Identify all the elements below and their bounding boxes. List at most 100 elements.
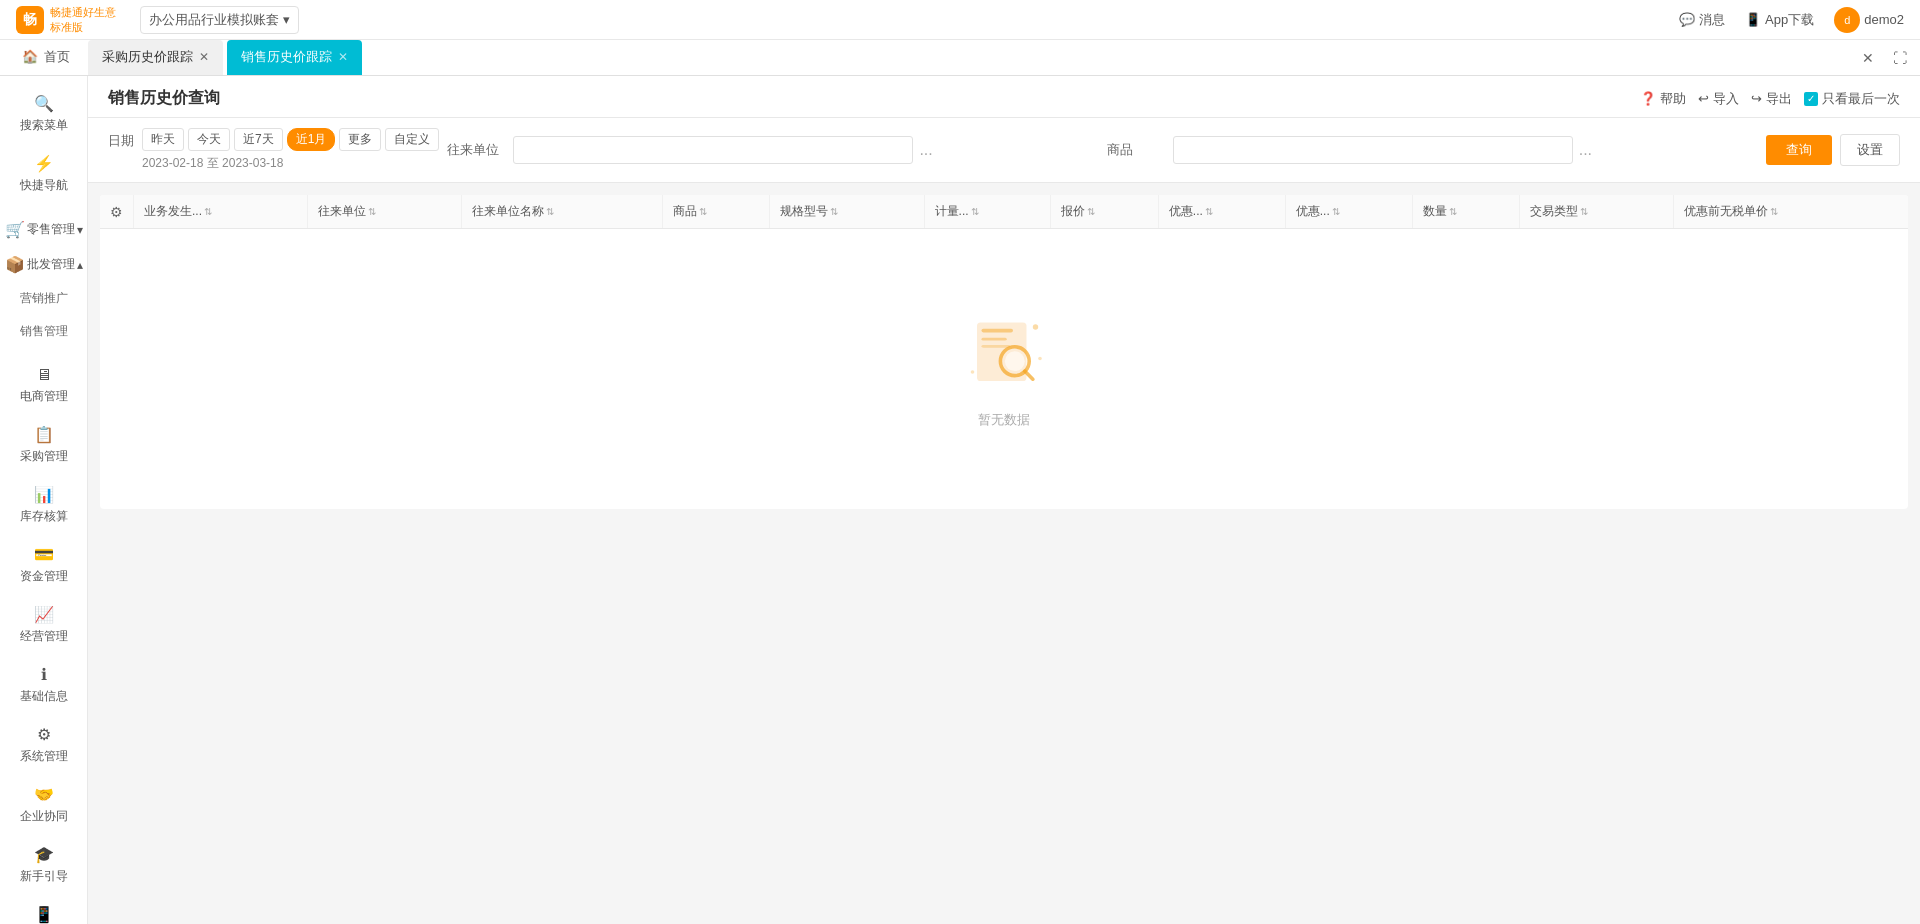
phone-icon: 📱 bbox=[1745, 12, 1761, 27]
tab-close-purchase[interactable]: ✕ bbox=[199, 50, 209, 64]
sidebar-item-purchase[interactable]: 📋 采购管理 bbox=[0, 415, 87, 475]
counterpart-dots: ... bbox=[919, 141, 932, 159]
sidebar: 🔍 搜索菜单 ⚡ 快捷导航 🛒 零售管理 ▾ 📦 批发管理 ▴ 营销推广 销售管… bbox=[0, 76, 88, 924]
only-last-checkbox[interactable]: ✓ 只看最后一次 bbox=[1804, 90, 1900, 108]
col-biz-date[interactable]: 业务发生...⇅ bbox=[134, 195, 308, 229]
sidebar-item-app-center[interactable]: 📱 应用中心 bbox=[0, 895, 87, 924]
logo-area: 畅 畅捷通好生意 标准版 bbox=[16, 5, 116, 34]
col-pretax-price[interactable]: 优惠前无税单价⇅ bbox=[1674, 195, 1908, 229]
sort-icon-5: ⇅ bbox=[830, 206, 838, 217]
sidebar-item-sales-mgmt[interactable]: 销售管理 bbox=[0, 315, 87, 348]
top-bar: 畅 畅捷通好生意 标准版 办公用品行业模拟账套 ▾ 💬 消息 📱 App下载 d… bbox=[0, 0, 1920, 40]
sidebar-item-marketing[interactable]: 营销推广 bbox=[0, 282, 87, 315]
sidebar-item-finance[interactable]: 💳 资金管理 bbox=[0, 535, 87, 595]
message-btn[interactable]: 💬 消息 bbox=[1679, 11, 1725, 29]
date-btn-yesterday[interactable]: 昨天 bbox=[142, 128, 184, 151]
table-body: 暂无数据 bbox=[100, 229, 1908, 510]
svg-point-8 bbox=[971, 370, 975, 374]
table-area: ⚙ 业务发生...⇅ 往来单位⇅ 往来单位名称⇅ bbox=[88, 183, 1920, 924]
logo-text: 畅捷通好生意 标准版 bbox=[50, 5, 116, 34]
sidebar-item-search[interactable]: 🔍 搜索菜单 bbox=[0, 84, 87, 144]
date-btn-today[interactable]: 今天 bbox=[188, 128, 230, 151]
sidebar-item-base-info[interactable]: ℹ 基础信息 bbox=[0, 655, 87, 715]
sort-icon-7: ⇅ bbox=[1087, 206, 1095, 217]
close-window-btn[interactable]: ✕ bbox=[1856, 46, 1880, 70]
col-counterpart-name[interactable]: 往来单位名称⇅ bbox=[461, 195, 662, 229]
expand-icon: ▾ bbox=[77, 223, 83, 237]
logo-icon: 畅 bbox=[16, 6, 44, 34]
col-spec[interactable]: 规格型号⇅ bbox=[770, 195, 924, 229]
filter-area: 日期 昨天 今天 近7天 近1月 更多 自定义 2023-02-18 至 202… bbox=[88, 118, 1920, 183]
sort-icon-2: ⇅ bbox=[368, 206, 376, 217]
tab-close-sales[interactable]: ✕ bbox=[338, 50, 348, 64]
tab-bar: 🏠 首页 采购历史价跟踪 ✕ 销售历史价跟踪 ✕ ✕ ⛶ bbox=[0, 40, 1920, 76]
svg-rect-3 bbox=[982, 345, 1011, 348]
col-settings: ⚙ bbox=[100, 195, 134, 229]
settings-button[interactable]: 设置 bbox=[1840, 134, 1900, 166]
date-btn-last1m[interactable]: 近1月 bbox=[287, 128, 336, 151]
svg-rect-2 bbox=[982, 338, 1007, 341]
counterpart-input[interactable] bbox=[513, 136, 913, 164]
sidebar-item-system[interactable]: ⚙ 系统管理 bbox=[0, 715, 87, 775]
col-discount2[interactable]: 优惠...⇅ bbox=[1285, 195, 1412, 229]
sidebar-item-inventory[interactable]: 📊 库存核算 bbox=[0, 475, 87, 535]
date-buttons: 昨天 今天 近7天 近1月 更多 自定义 bbox=[142, 128, 439, 151]
help-btn[interactable]: ❓ 帮助 bbox=[1640, 90, 1686, 108]
retail-icon: 🛒 bbox=[5, 220, 25, 239]
import-btn[interactable]: ↩ 导入 bbox=[1698, 90, 1739, 108]
tab-purchase-history[interactable]: 采购历史价跟踪 ✕ bbox=[88, 40, 223, 75]
page-header: 销售历史价查询 ❓ 帮助 ↩ 导入 ↪ 导出 ✓ 只看最后一次 bbox=[88, 76, 1920, 118]
empty-illustration bbox=[959, 309, 1049, 399]
date-range-display: 2023-02-18 至 2023-03-18 bbox=[142, 155, 439, 172]
sort-icon-10: ⇅ bbox=[1449, 206, 1457, 217]
date-btn-more[interactable]: 更多 bbox=[339, 128, 381, 151]
account-selector[interactable]: 办公用品行业模拟账套 ▾ bbox=[140, 6, 299, 34]
table-container: ⚙ 业务发生...⇅ 往来单位⇅ 往来单位名称⇅ bbox=[100, 195, 1908, 509]
sidebar-item-guide[interactable]: 🎓 新手引导 bbox=[0, 835, 87, 895]
sidebar-item-operations[interactable]: 📈 经营管理 bbox=[0, 595, 87, 655]
action-buttons: 查询 设置 bbox=[1766, 134, 1900, 166]
tab-sales-history[interactable]: 销售历史价跟踪 ✕ bbox=[227, 40, 362, 75]
user-profile[interactable]: d demo2 bbox=[1834, 7, 1904, 33]
chevron-down-icon: ▾ bbox=[283, 12, 290, 27]
goods-input[interactable] bbox=[1173, 136, 1573, 164]
sidebar-item-shortcuts[interactable]: ⚡ 快捷导航 bbox=[0, 144, 87, 204]
table-settings-icon[interactable]: ⚙ bbox=[110, 204, 123, 220]
col-discount1[interactable]: 优惠...⇅ bbox=[1158, 195, 1285, 229]
query-button[interactable]: 查询 bbox=[1766, 135, 1832, 165]
export-btn[interactable]: ↪ 导出 bbox=[1751, 90, 1792, 108]
content-area: 销售历史价查询 ❓ 帮助 ↩ 导入 ↪ 导出 ✓ 只看最后一次 bbox=[88, 76, 1920, 924]
date-btn-custom[interactable]: 自定义 bbox=[385, 128, 439, 151]
table-header: ⚙ 业务发生...⇅ 往来单位⇅ 往来单位名称⇅ bbox=[100, 195, 1908, 229]
col-goods[interactable]: 商品⇅ bbox=[663, 195, 770, 229]
date-btn-last7[interactable]: 近7天 bbox=[234, 128, 283, 151]
expand-icon-2: ▴ bbox=[77, 258, 83, 272]
empty-text: 暂无数据 bbox=[978, 411, 1030, 429]
col-quote[interactable]: 报价⇅ bbox=[1051, 195, 1158, 229]
tab-home[interactable]: 🏠 首页 bbox=[8, 40, 84, 75]
empty-state: 暂无数据 bbox=[100, 229, 1908, 509]
svg-point-5 bbox=[1005, 351, 1025, 371]
col-trade-type[interactable]: 交易类型⇅ bbox=[1520, 195, 1674, 229]
app-download-btn[interactable]: 📱 App下载 bbox=[1745, 11, 1814, 29]
sidebar-item-corp[interactable]: 🤝 企业协同 bbox=[0, 775, 87, 835]
base-info-icon: ℹ bbox=[41, 665, 47, 684]
wholesale-icon: 📦 bbox=[5, 255, 25, 274]
sidebar-item-retail[interactable]: 🛒 零售管理 ▾ bbox=[0, 212, 87, 247]
inventory-icon: 📊 bbox=[34, 485, 54, 504]
sidebar-item-wholesale[interactable]: 📦 批发管理 ▴ bbox=[0, 247, 87, 282]
import-icon: ↩ bbox=[1698, 91, 1709, 106]
maximize-btn[interactable]: ⛶ bbox=[1888, 46, 1912, 70]
page-title: 销售历史价查询 bbox=[108, 88, 220, 109]
col-quantity[interactable]: 数量⇅ bbox=[1412, 195, 1519, 229]
col-unit[interactable]: 计量...⇅ bbox=[924, 195, 1051, 229]
empty-state-row: 暂无数据 bbox=[100, 229, 1908, 510]
svg-rect-1 bbox=[982, 329, 1014, 333]
date-filter: 日期 昨天 今天 近7天 近1月 更多 自定义 2023-02-18 至 202… bbox=[108, 128, 439, 172]
tab-bar-right: ✕ ⛶ bbox=[1856, 46, 1912, 70]
purchase-icon: 📋 bbox=[34, 425, 54, 444]
sidebar-item-ecommerce[interactable]: 🖥 电商管理 bbox=[0, 356, 87, 415]
operations-icon: 📈 bbox=[34, 605, 54, 624]
col-counterpart-code[interactable]: 往来单位⇅ bbox=[307, 195, 461, 229]
guide-icon: 🎓 bbox=[34, 845, 54, 864]
